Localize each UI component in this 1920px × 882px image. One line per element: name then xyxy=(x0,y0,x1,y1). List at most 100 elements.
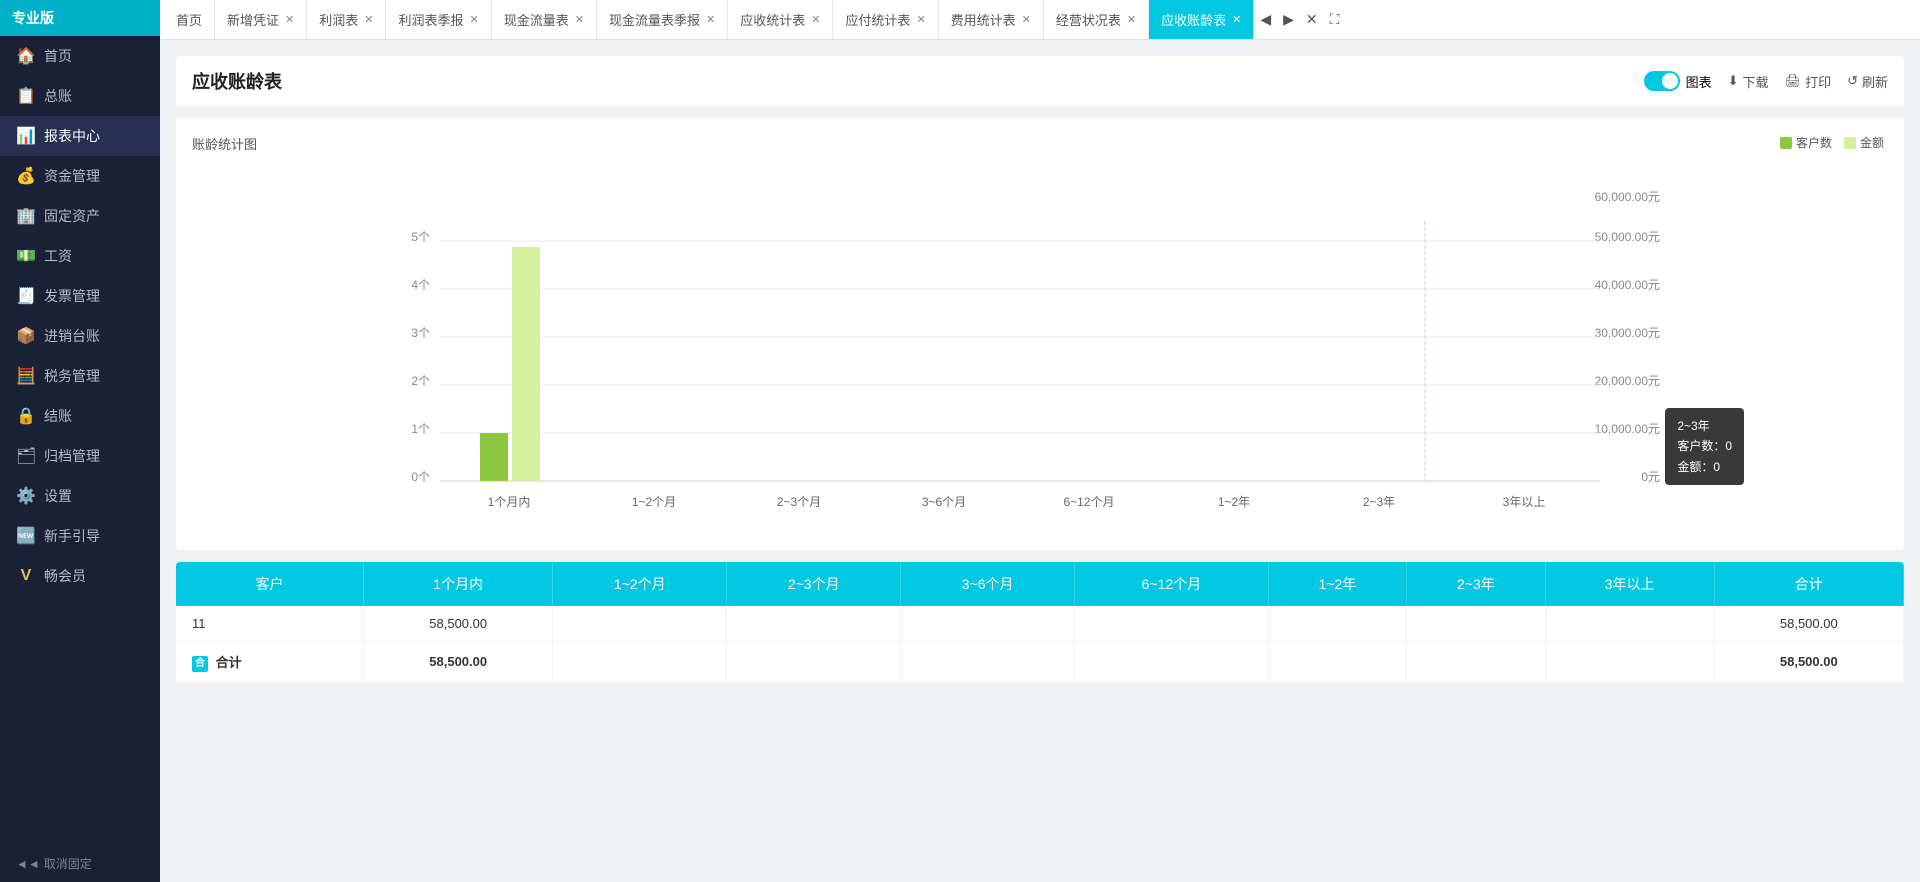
tab-home[interactable]: 首页 xyxy=(164,0,215,40)
table-total-row: 合 合计 58,500.00 58,500.00 xyxy=(176,642,1904,683)
tab-next-button[interactable]: ▶ xyxy=(1277,7,1300,32)
total-m36 xyxy=(901,642,1075,683)
refresh-button[interactable]: ↺ 刷新 xyxy=(1847,72,1888,91)
download-button[interactable]: ⬇ 下载 xyxy=(1728,72,1769,91)
sidebar-item-closing[interactable]: 🔒 结账 xyxy=(0,396,160,436)
sidebar-item-archive[interactable]: 🗂 归档管理 xyxy=(0,436,160,476)
svg-text:3~6个月: 3~6个月 xyxy=(922,495,966,509)
tab-ap-stat-label: 应付统计表 xyxy=(845,10,910,29)
svg-text:50,000.00元: 50,000.00元 xyxy=(1595,230,1660,244)
tab-ap-stat[interactable]: 应付统计表 ✕ xyxy=(833,0,938,40)
svg-text:60,000.00元: 60,000.00元 xyxy=(1595,190,1660,204)
toggle-knob[interactable] xyxy=(1644,71,1680,91)
tab-business-close[interactable]: ✕ xyxy=(1127,13,1136,26)
tab-bar: 首页 新增凭证 ✕ 利润表 ✕ 利润表季报 ✕ 现金流量表 ✕ 现金流量表季报 … xyxy=(160,0,1920,40)
tab-expense[interactable]: 费用统计表 ✕ xyxy=(939,0,1044,40)
sidebar-item-fixed[interactable]: 🏢 固定资产 xyxy=(0,196,160,236)
sidebar-item-label: 归档管理 xyxy=(44,446,100,466)
tab-profit[interactable]: 利润表 ✕ xyxy=(307,0,386,40)
col-header-y23: 2~3年 xyxy=(1407,562,1545,606)
svg-text:2个: 2个 xyxy=(411,374,430,388)
total-y23 xyxy=(1407,642,1545,683)
table-header-row: 客户 1个月内 1~2个月 2~3个月 3~6个月 6~12个月 1~2年 2~… xyxy=(176,562,1904,606)
sidebar-item-inventory[interactable]: 📦 进销台账 xyxy=(0,316,160,356)
sidebar-item-salary[interactable]: 💵 工资 xyxy=(0,236,160,276)
sidebar-item-label: 固定资产 xyxy=(44,206,100,226)
sidebar-item-ledger[interactable]: 📋 总账 xyxy=(0,76,160,116)
cell-m36 xyxy=(901,606,1075,642)
tab-cashflow-season[interactable]: 现金流量表季报 ✕ xyxy=(597,0,728,40)
svg-text:5个: 5个 xyxy=(411,230,430,244)
sidebar-item-invoice[interactable]: 🧾 发票管理 xyxy=(0,276,160,316)
tab-home-label: 首页 xyxy=(176,10,202,29)
legend-amount-color xyxy=(1844,137,1856,149)
tab-ar-age[interactable]: 应收账龄表 ✕ xyxy=(1149,0,1254,40)
archive-icon: 🗂 xyxy=(16,446,36,466)
bar-1m-amount[interactable] xyxy=(512,247,540,481)
tab-expense-close[interactable]: ✕ xyxy=(1022,13,1031,26)
tab-profit-label: 利润表 xyxy=(319,10,358,29)
collapse-label: 取消固定 xyxy=(44,855,92,872)
col-header-m1: 1个月内 xyxy=(364,562,553,606)
sidebar-item-fund[interactable]: 💰 资金管理 xyxy=(0,156,160,196)
total-total: 58,500.00 xyxy=(1714,642,1903,683)
col-header-m612: 6~12个月 xyxy=(1075,562,1269,606)
col-header-m23: 2~3个月 xyxy=(727,562,901,606)
tab-cashflow-close[interactable]: ✕ xyxy=(575,13,584,26)
main-content: 首页 新增凭证 ✕ 利润表 ✕ 利润表季报 ✕ 现金流量表 ✕ 现金流量表季报 … xyxy=(160,0,1920,882)
tab-expand-button[interactable]: ⛶ xyxy=(1324,7,1346,32)
col-header-m12: 1~2个月 xyxy=(553,562,727,606)
tab-business[interactable]: 经营状况表 ✕ xyxy=(1044,0,1149,40)
tab-profit-season[interactable]: 利润表季报 ✕ xyxy=(386,0,491,40)
table-row: 11 58,500.00 58,500.00 xyxy=(176,606,1904,642)
collapse-sidebar-button[interactable]: ◄◄ 取消固定 xyxy=(0,845,160,882)
cell-total: 58,500.00 xyxy=(1714,606,1903,642)
sidebar-item-label: 工资 xyxy=(44,246,72,266)
sidebar: 专业版 🏠 首页 📋 总账 📊 报表中心 💰 资金管理 🏢 固定资产 💵 工资 … xyxy=(0,0,160,882)
svg-text:3年以上: 3年以上 xyxy=(1503,495,1546,509)
cell-y12 xyxy=(1268,606,1406,642)
cell-m1: 58,500.00 xyxy=(364,606,553,642)
guide-icon: 🆕 xyxy=(16,526,36,546)
svg-text:1个: 1个 xyxy=(411,422,430,436)
sidebar-item-settings[interactable]: ⚙️ 设置 xyxy=(0,476,160,516)
bar-1m-customers[interactable] xyxy=(480,433,508,481)
total-m1: 58,500.00 xyxy=(364,642,553,683)
total-label: 合 合计 xyxy=(176,642,364,683)
cell-m12 xyxy=(553,606,727,642)
tab-cashflow-season-close[interactable]: ✕ xyxy=(706,13,715,26)
tab-profit-season-close[interactable]: ✕ xyxy=(470,13,479,26)
total-m23 xyxy=(727,642,901,683)
chart-svg-wrapper: 0个 1个 2个 3个 4个 5个 0元 10,000.00元 20,000.0… xyxy=(192,161,1888,534)
chart-toggle[interactable]: 图表 xyxy=(1644,71,1712,91)
tab-voucher-close[interactable]: ✕ xyxy=(285,13,294,26)
print-button[interactable]: 🖨 打印 xyxy=(1785,72,1832,91)
tab-close-all-button[interactable]: ✕ xyxy=(1300,7,1324,32)
tab-ar-stat[interactable]: 应收统计表 ✕ xyxy=(728,0,833,40)
col-header-customer: 客户 xyxy=(176,562,364,606)
total-m12 xyxy=(553,642,727,683)
report-icon: 📊 xyxy=(16,126,36,146)
col-header-y12: 1~2年 xyxy=(1268,562,1406,606)
tab-ar-age-label: 应收账龄表 xyxy=(1161,10,1226,29)
ledger-icon: 📋 xyxy=(16,86,36,106)
tab-ar-stat-close[interactable]: ✕ xyxy=(811,13,820,26)
sidebar-item-home[interactable]: 🏠 首页 xyxy=(0,36,160,76)
tab-prev-button[interactable]: ◀ xyxy=(1254,7,1277,32)
print-icon: 🖨 xyxy=(1785,73,1802,89)
tab-ap-stat-close[interactable]: ✕ xyxy=(916,13,925,26)
sidebar-item-tax[interactable]: 🧮 税务管理 xyxy=(0,356,160,396)
tab-expense-label: 费用统计表 xyxy=(951,10,1016,29)
total-m612 xyxy=(1075,642,1269,683)
tab-profit-close[interactable]: ✕ xyxy=(364,13,373,26)
sidebar-item-report[interactable]: 📊 报表中心 xyxy=(0,116,160,156)
sidebar-item-vip[interactable]: V 畅会员 xyxy=(0,556,160,596)
page-header: 应收账龄表 图表 ⬇ 下载 🖨 打印 ↺ 刷新 xyxy=(176,56,1904,106)
svg-text:30,000.00元: 30,000.00元 xyxy=(1595,326,1660,340)
sidebar-item-guide[interactable]: 🆕 新手引导 xyxy=(0,516,160,556)
svg-text:40,000.00元: 40,000.00元 xyxy=(1595,278,1660,292)
tab-cashflow[interactable]: 现金流量表 ✕ xyxy=(492,0,597,40)
tab-voucher[interactable]: 新增凭证 ✕ xyxy=(215,0,307,40)
tab-ar-age-close[interactable]: ✕ xyxy=(1232,13,1241,26)
sidebar-item-label: 首页 xyxy=(44,46,72,66)
